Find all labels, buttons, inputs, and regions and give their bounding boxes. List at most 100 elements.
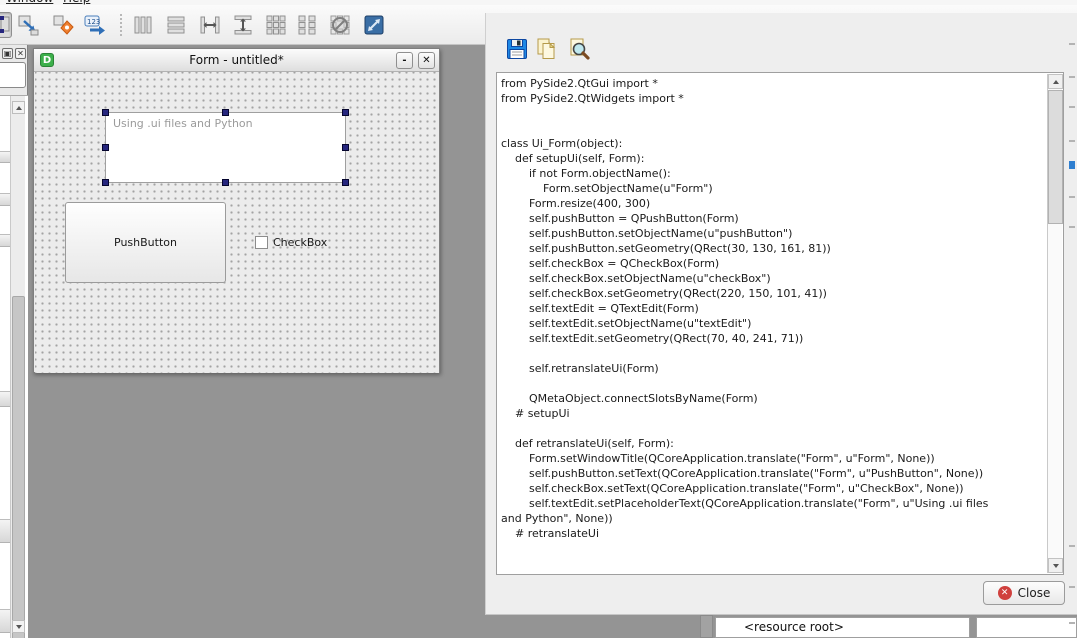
code-scrollbar[interactable] <box>1047 74 1062 573</box>
code-line: self.pushButton.setText(QCoreApplication… <box>501 466 1043 481</box>
selection-handle-sw[interactable] <box>102 179 109 186</box>
edit-widgets-button[interactable] <box>0 12 12 38</box>
break-layout-icon <box>328 13 352 37</box>
edge-mark <box>1069 586 1075 588</box>
form-window-title: Form - untitled* <box>34 53 439 67</box>
toolbar-separator <box>120 14 122 36</box>
splitter-handle[interactable] <box>700 615 713 638</box>
edge-mark <box>1069 76 1075 78</box>
layout-vertical-button[interactable] <box>163 12 189 38</box>
widget-category[interactable] <box>0 234 10 247</box>
layout-horizontal-splitter-button[interactable] <box>197 12 223 38</box>
resource-root-item[interactable]: <resource root> <box>716 618 969 637</box>
code-line: self.checkBox.setText(QCoreApplication.t… <box>501 481 1043 496</box>
textedit-placeholder: Using .ui files and Python <box>106 113 345 134</box>
layout-form-button[interactable] <box>294 12 320 38</box>
layout-vertical-icon <box>164 13 188 37</box>
widget-category[interactable] <box>0 519 10 543</box>
selection-handle-se[interactable] <box>342 179 349 186</box>
save-button[interactable] <box>505 37 529 61</box>
form-window-titlebar[interactable]: D Form - untitled* - ✕ <box>34 49 439 72</box>
dock-close-button[interactable]: ✕ <box>15 48 26 59</box>
widget-list-scrollbar[interactable] <box>10 96 25 638</box>
edge-mark <box>1069 140 1075 142</box>
selection-handle-w[interactable] <box>102 144 109 151</box>
edge-mark <box>1069 226 1075 228</box>
edit-buddies-button[interactable] <box>50 12 76 38</box>
widget-category[interactable] <box>0 609 10 633</box>
close-window-icon[interactable]: ✕ <box>418 52 435 69</box>
selection-handle-e[interactable] <box>342 144 349 151</box>
layout-horizontal-icon <box>131 13 155 37</box>
copy-icon <box>535 37 559 61</box>
code-line: self.textEdit.setGeometry(QRect(70, 40, … <box>501 331 1043 346</box>
widget-category[interactable] <box>0 193 10 206</box>
pushbutton-widget[interactable]: PushButton <box>65 202 226 283</box>
code-line: # setupUi <box>501 406 1043 421</box>
layout-grid-button[interactable] <box>263 12 289 38</box>
copy-button[interactable] <box>535 37 559 61</box>
break-layout-button[interactable] <box>327 12 353 38</box>
layout-horizontal-splitter-icon <box>198 13 222 37</box>
menubar: Window Help <box>0 0 1077 5</box>
form-canvas[interactable]: Using .ui files and Python PushButton Ch… <box>35 72 439 373</box>
menu-window[interactable]: Window <box>6 0 53 5</box>
adjust-size-button[interactable] <box>361 12 387 38</box>
checkbox-indicator[interactable] <box>255 236 268 249</box>
svg-text:123: 123 <box>87 18 100 26</box>
edge-mark <box>1069 106 1075 108</box>
code-line: from PySide2.QtWidgets import * <box>501 91 1043 106</box>
edit-signals-slots-button[interactable] <box>15 12 41 38</box>
edge-mark <box>1069 43 1075 45</box>
code-line: Form.resize(400, 300) <box>501 196 1043 211</box>
dock-float-button[interactable]: ▣ <box>2 48 13 59</box>
code-text: from PySide2.QtGui import *from PySide2.… <box>498 74 1046 573</box>
textedit-widget[interactable]: Using .ui files and Python <box>105 112 346 183</box>
code-line: def setupUi(self, Form): <box>501 151 1043 166</box>
widget-category[interactable] <box>0 151 10 163</box>
scroll-down-icon[interactable] <box>12 620 25 633</box>
scrollbar-thumb[interactable] <box>12 296 25 638</box>
selection-handle-nw[interactable] <box>102 109 109 116</box>
edge-mark <box>1069 545 1075 547</box>
widget-list[interactable] <box>0 95 28 638</box>
widget-filter-input[interactable] <box>0 62 26 88</box>
edit-buddies-icon <box>51 13 75 37</box>
code-line: self.pushButton.setGeometry(QRect(30, 13… <box>501 241 1043 256</box>
close-button[interactable]: ✕ Close <box>983 581 1065 605</box>
code-line: from PySide2.QtGui import * <box>501 76 1043 91</box>
selection-handle-ne[interactable] <box>342 109 349 116</box>
scroll-down-icon[interactable] <box>1048 558 1063 573</box>
find-button[interactable] <box>567 37 591 61</box>
code-preview-dialog: from PySide2.QtGui import *from PySide2.… <box>485 13 1077 615</box>
menu-help[interactable]: Help <box>63 0 90 5</box>
code-line: self.textEdit.setObjectName(u"textEdit") <box>501 316 1043 331</box>
selection-handle-s[interactable] <box>222 179 229 186</box>
edit-tab-order-button[interactable]: 123 <box>82 12 108 38</box>
close-red-icon: ✕ <box>998 586 1012 600</box>
minimize-button[interactable]: - <box>396 52 413 69</box>
resource-preview-panel <box>976 617 1077 638</box>
code-line: self.pushButton = QPushButton(Form) <box>501 211 1043 226</box>
code-line <box>501 346 1043 361</box>
edit-tab-order-icon: 123 <box>83 13 107 37</box>
scroll-up-icon[interactable] <box>1048 74 1063 89</box>
widget-category[interactable] <box>0 391 10 407</box>
resource-browser: <resource root> <box>715 617 970 638</box>
checkbox-label: CheckBox <box>273 236 327 249</box>
code-line: self.textEdit.setPlaceholderText(QCoreAp… <box>501 496 1043 511</box>
edge-mark-active <box>1069 161 1075 169</box>
selection-handle-n[interactable] <box>222 109 229 116</box>
layout-vertical-splitter-button[interactable] <box>230 12 256 38</box>
layout-form-icon <box>295 13 319 37</box>
scrollbar-thumb[interactable] <box>1048 90 1063 224</box>
find-icon <box>567 37 591 61</box>
adjust-size-icon <box>362 13 386 37</box>
scroll-up-icon[interactable] <box>12 101 25 114</box>
widget-box-panel: ▣ ✕ <box>0 45 28 638</box>
code-view[interactable]: from PySide2.QtGui import *from PySide2.… <box>496 72 1064 575</box>
code-line: def retranslateUi(self, Form): <box>501 436 1043 451</box>
layout-horizontal-button[interactable] <box>130 12 156 38</box>
save-icon <box>506 38 528 60</box>
checkbox-widget[interactable]: CheckBox <box>255 222 356 263</box>
